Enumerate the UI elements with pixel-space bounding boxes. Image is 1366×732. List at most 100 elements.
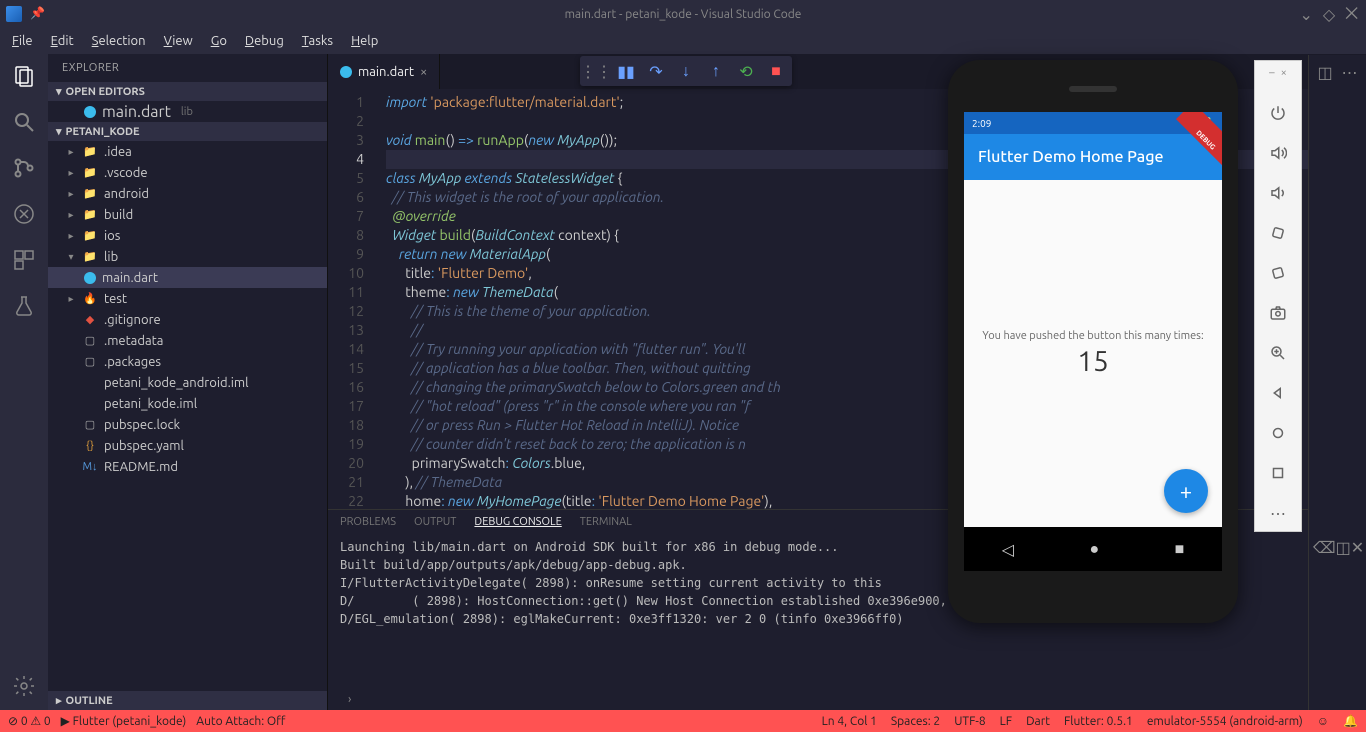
project-header[interactable]: ▾ PETANI_KODE [48,122,327,141]
panel-tab-output[interactable]: OUTPUT [414,516,456,528]
emu-more-icon[interactable]: ⋯ [1266,501,1290,525]
status-spaces[interactable]: Spaces: 2 [891,715,940,728]
panel-tab-problems[interactable]: PROBLEMS [340,516,396,528]
window-minimize[interactable]: ⌄ [1299,5,1312,24]
status-errors[interactable]: ⊘ 0 ⚠ 0 [8,714,51,728]
nav-recent-icon[interactable]: ■ [1175,540,1185,559]
panel-layout-icon[interactable]: ◫ [1336,538,1351,557]
counter-label: You have pushed the button this many tim… [982,330,1203,342]
clear-console-icon[interactable]: ⌫ [1313,538,1336,557]
zoom-icon[interactable] [1266,341,1290,365]
tree-item-pubspec-yaml[interactable]: {}pubspec.yaml [48,435,327,456]
chevron-icon: ▸ [66,209,76,221]
activity-bar [0,54,48,710]
emu-overview-icon[interactable] [1266,461,1290,485]
phone-screen[interactable]: 2:09 📶 🔋 Flutter Demo Home Page DEBUG Yo… [964,112,1222,571]
settings-gear-icon[interactable] [10,672,38,700]
tree-item-ios[interactable]: ▸📁ios [48,225,327,246]
step-out-icon[interactable]: ↑ [708,63,724,79]
status-flutter[interactable]: Flutter: 0.5.1 [1064,715,1133,728]
tree-item-README-md[interactable]: M↓README.md [48,456,327,477]
fab-add-button[interactable]: + [1164,469,1208,513]
explorer-icon[interactable] [10,62,38,90]
tree-item-petani_kode-iml[interactable]: petani_kode.iml [48,393,327,414]
menu-debug[interactable]: Debug [237,32,292,50]
status-bell-icon[interactable]: 🔔 [1343,714,1358,728]
emu-home-icon[interactable] [1266,421,1290,445]
tree-item--vscode[interactable]: ▸📁.vscode [48,162,327,183]
menu-edit[interactable]: Edit [43,32,82,50]
status-eol[interactable]: LF [1000,715,1012,728]
close-tab-icon[interactable]: × [420,65,427,79]
tree-item--packages[interactable]: ▢.packages [48,351,327,372]
tree-item-build[interactable]: ▸📁build [48,204,327,225]
tree-item-main-dart[interactable]: main.dart [48,267,327,288]
tree-item--idea[interactable]: ▸📁.idea [48,141,327,162]
step-into-icon[interactable]: ↓ [678,63,694,79]
menu-file[interactable]: File [4,32,41,50]
pause-icon[interactable]: ▮▮ [618,63,634,79]
restart-icon[interactable]: ⟲ [738,63,754,79]
folder-icon: 📁 [82,228,98,244]
status-lang[interactable]: Dart [1026,715,1050,728]
line-gutter: 1234567891011121314151617181920212223 [328,89,376,509]
open-editor-file[interactable]: main.dart lib [48,101,327,122]
outline-header[interactable]: ▸ OUTLINE [48,691,327,710]
tree-item--metadata[interactable]: ▢.metadata [48,330,327,351]
git-icon[interactable] [10,154,38,182]
emulator-minimize-icon[interactable]: – [1269,67,1274,79]
menu-view[interactable]: View [156,32,201,50]
stop-icon[interactable]: ■ [768,63,784,79]
menu-help[interactable]: Help [343,32,386,50]
status-launch[interactable]: ▶ Flutter (petani_kode) [61,714,187,728]
status-auto-attach[interactable]: Auto Attach: Off [196,715,285,728]
debug-icon[interactable] [10,200,38,228]
close-panel-icon[interactable]: ✕ [1351,538,1364,557]
tree-item-android[interactable]: ▸📁android [48,183,327,204]
volume-down-icon[interactable] [1266,181,1290,205]
vscode-icon [6,6,22,22]
tree-item-petani_kode_android-iml[interactable]: petani_kode_android.iml [48,372,327,393]
panel-tab-debug-console[interactable]: DEBUG CONSOLE [474,516,561,528]
tree-item-test[interactable]: ▸🔥test [48,288,327,309]
tree-item--gitignore[interactable]: ◆.gitignore [48,309,327,330]
menu-go[interactable]: Go [203,32,235,50]
split-editor-icon[interactable]: ◫ [1317,63,1332,82]
rotate-left-icon[interactable] [1266,221,1290,245]
chevron-icon: ▸ [66,230,76,242]
iml-icon [82,375,98,391]
status-device[interactable]: emulator-5554 (android-arm) [1147,715,1303,728]
window-maximize[interactable]: ◇ [1323,5,1335,24]
window-close[interactable]: ⨉ [1345,5,1358,24]
volume-up-icon[interactable] [1266,141,1290,165]
step-over-icon[interactable]: ↷ [648,63,664,79]
open-editors-header[interactable]: ▾ OPEN EDITORS [48,82,327,101]
flask-icon[interactable] [10,292,38,320]
drag-handle-icon[interactable]: ⋮⋮ [588,63,604,79]
power-icon[interactable] [1266,101,1290,125]
nav-back-icon[interactable]: ◁ [1002,540,1014,559]
status-feedback-icon[interactable]: ☺ [1317,714,1329,728]
tree-item-lib[interactable]: ▾📁lib [48,246,327,267]
breadcrumb-caret[interactable]: › [328,689,1366,710]
emulator-close-icon[interactable]: × [1281,67,1287,79]
menu-tasks[interactable]: Tasks [294,32,341,50]
pin-icon[interactable]: 📌 [30,6,45,22]
emu-back-icon[interactable] [1266,381,1290,405]
menu-selection[interactable]: Selection [84,32,154,50]
folder-icon: 📁 [82,249,98,265]
extensions-icon[interactable] [10,246,38,274]
more-icon[interactable]: ⋯ [1342,63,1358,82]
window-titlebar: 📌 main.dart - petani_kode - Visual Studi… [0,0,1366,28]
status-lncol[interactable]: Ln 4, Col 1 [822,715,877,728]
debug-toolbar[interactable]: ⋮⋮ ▮▮ ↷ ↓ ↑ ⟲ ■ [580,56,792,86]
editor-tab[interactable]: main.dart × [328,54,440,89]
search-icon[interactable] [10,108,38,136]
window-title: main.dart - petani_kode - Visual Studio … [565,8,802,21]
rotate-right-icon[interactable] [1266,261,1290,285]
camera-icon[interactable] [1266,301,1290,325]
status-encoding[interactable]: UTF-8 [954,715,985,728]
tree-item-pubspec-lock[interactable]: ▢pubspec.lock [48,414,327,435]
panel-tab-terminal[interactable]: TERMINAL [580,516,632,528]
nav-home-icon[interactable]: ● [1089,540,1099,559]
